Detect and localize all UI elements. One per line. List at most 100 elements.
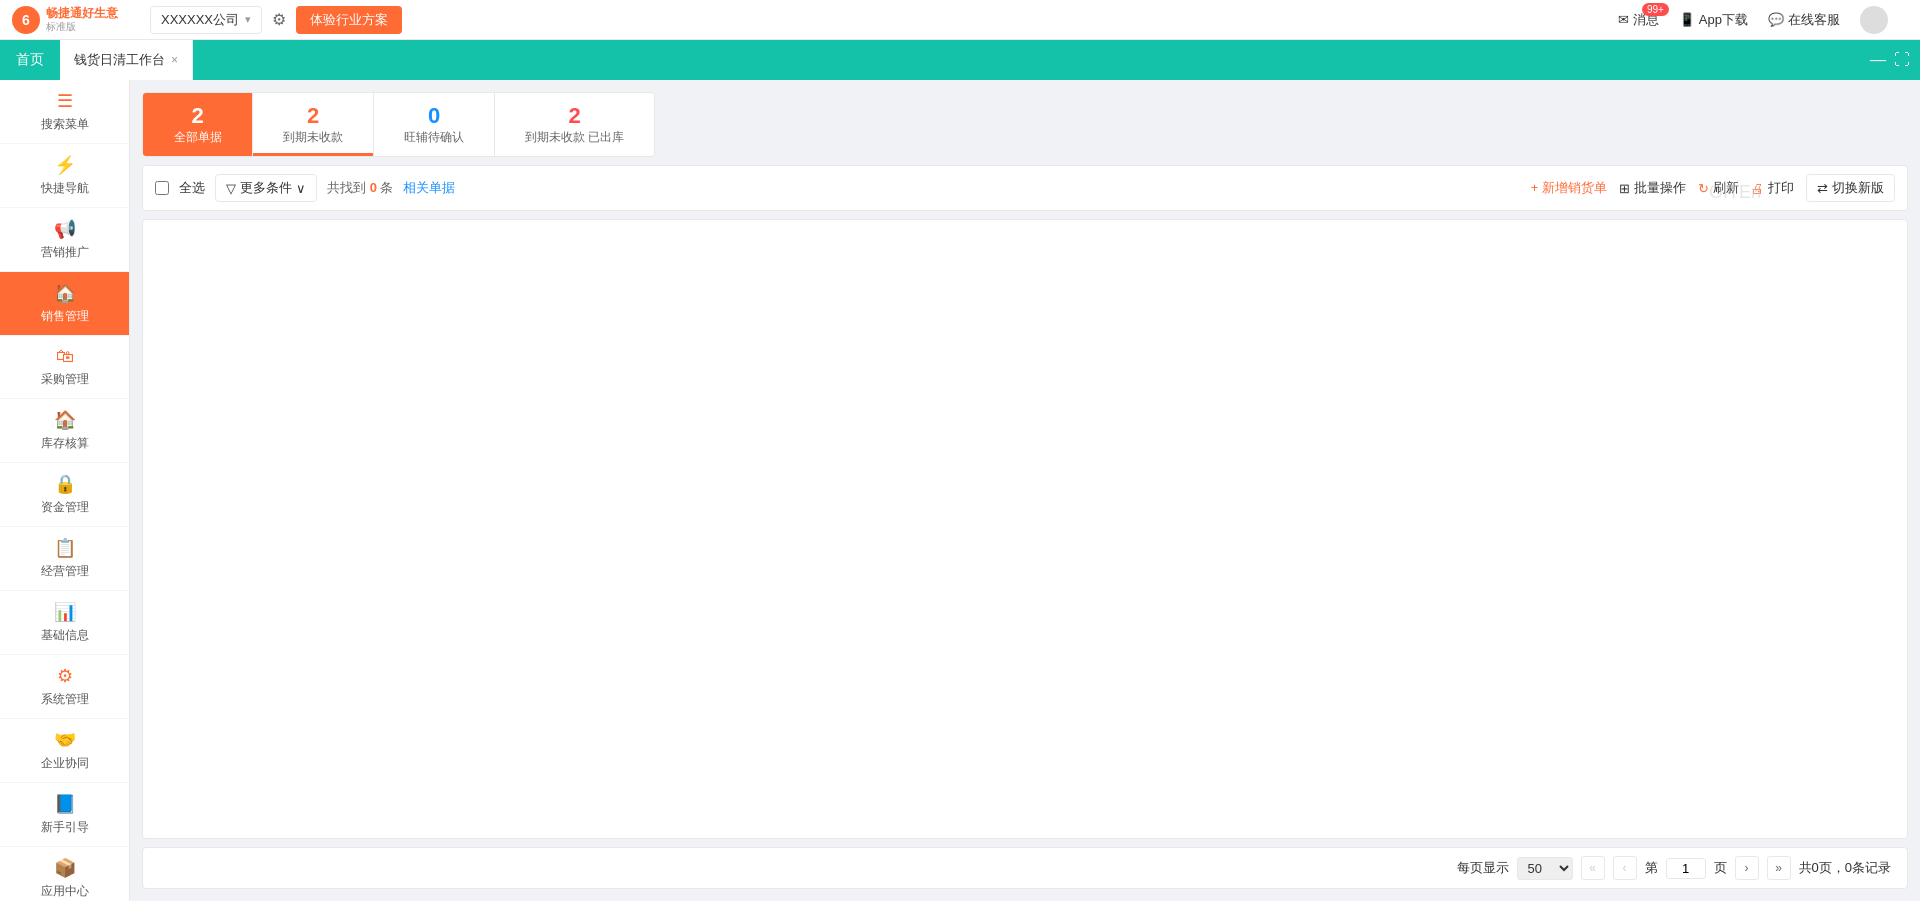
sidebar-item-system[interactable]: ⚙ 系统管理	[0, 655, 129, 719]
filter-button[interactable]: ▽ 更多条件 ∨	[215, 174, 317, 202]
next-page-button[interactable]: ›	[1735, 856, 1759, 880]
tab-indicator	[253, 153, 373, 156]
sidebar-item-purchase[interactable]: 🛍 采购管理	[0, 336, 129, 399]
sidebar-item-quick-nav[interactable]: ⚡ 快捷导航	[0, 144, 129, 208]
sidebar-label-system: 系统管理	[41, 691, 89, 708]
sidebar-item-inventory[interactable]: 🏠 库存核算	[0, 399, 129, 463]
stat-label-overdue: 到期未收款	[283, 129, 343, 146]
service-icon: 💬	[1768, 12, 1784, 27]
sidebar-label-marketing: 营销推广	[41, 244, 89, 261]
top-right-actions: ✉ 消息 99+ 📱 App下载 💬 在线客服	[1618, 6, 1908, 34]
stat-label-pending: 旺辅待确认	[404, 129, 464, 146]
tab-home[interactable]: 首页	[0, 40, 60, 80]
found-text: 共找到 0 条	[327, 179, 393, 197]
trial-button[interactable]: 体验行业方案	[296, 6, 402, 34]
sidebar-label-app-center: 应用中心	[41, 883, 89, 900]
sidebar-item-guide[interactable]: 📘 新手引导	[0, 783, 129, 847]
table-area	[142, 219, 1908, 839]
sidebar-label-finance: 资金管理	[41, 499, 89, 516]
total-records: 共0页，0条记录	[1799, 859, 1891, 877]
sidebar-label-search-menu: 搜索菜单	[41, 116, 89, 133]
sidebar-label-sales: 销售管理	[41, 308, 89, 325]
stat-tab-all[interactable]: 2 全部单据	[143, 93, 253, 156]
switch-icon: ⇄	[1817, 181, 1828, 196]
message-icon: ✉	[1618, 12, 1629, 27]
toolbar-left: 全选 ▽ 更多条件 ∨ 共找到 0 条 相关单据	[155, 174, 1521, 202]
stat-tab-pending[interactable]: 0 旺辅待确认	[374, 93, 495, 156]
company-name: XXXXXX公司	[161, 11, 239, 29]
app-logo: 6	[12, 6, 40, 34]
refresh-icon: ↻	[1698, 181, 1709, 196]
marketing-icon: 📢	[54, 218, 76, 240]
first-page-button[interactable]: «	[1581, 856, 1605, 880]
sidebar-item-app-center[interactable]: 📦 应用中心	[0, 847, 129, 901]
prev-page-button[interactable]: ‹	[1613, 856, 1637, 880]
refresh-label: 刷新	[1713, 179, 1739, 197]
app-center-icon: 📦	[54, 857, 76, 879]
stat-count-unshipped: 2	[569, 103, 581, 129]
sidebar-label-purchase: 采购管理	[41, 371, 89, 388]
close-icon[interactable]: ×	[171, 53, 178, 67]
sidebar-label-inventory: 库存核算	[41, 435, 89, 452]
print-button[interactable]: 🖨 打印	[1751, 179, 1794, 197]
search-menu-icon: ☰	[57, 90, 73, 112]
batch-icon: ⊞	[1619, 181, 1630, 196]
toolbar: 全选 ▽ 更多条件 ∨ 共找到 0 条 相关单据 + 新增销货单 ⊞ 批量操作	[142, 165, 1908, 211]
switch-label: 切换新版	[1832, 179, 1884, 197]
chevron-down-icon: ∨	[296, 181, 306, 196]
online-service-button[interactable]: 💬 在线客服	[1768, 11, 1840, 29]
select-all-label: 全选	[179, 179, 205, 197]
settings-button[interactable]: ⚙	[272, 10, 286, 29]
stat-tab-unshipped[interactable]: 2 到期未收款 已出库	[495, 93, 654, 156]
sidebar-item-finance[interactable]: 🔒 资金管理	[0, 463, 129, 527]
sidebar-item-marketing[interactable]: 📢 营销推广	[0, 208, 129, 272]
new-sales-order-button[interactable]: + 新增销货单	[1531, 179, 1607, 197]
guide-icon: 📘	[54, 793, 76, 815]
messages-badge: 99+	[1642, 3, 1669, 16]
last-page-button[interactable]: »	[1767, 856, 1791, 880]
sidebar-label-quick-nav: 快捷导航	[41, 180, 89, 197]
sidebar-item-search-menu[interactable]: ☰ 搜索菜单	[0, 80, 129, 144]
tab-bar: 首页 钱货日清工作台 × — ⛶	[0, 40, 1920, 80]
tab-bar-actions: — ⛶	[1870, 51, 1920, 69]
main-layout: ☰ 搜索菜单 ⚡ 快捷导航 📢 营销推广 🏠 销售管理 🛍 采购管理 🏠 库存核…	[0, 80, 1920, 901]
content-area: 2 全部单据 2 到期未收款 0 旺辅待确认 2 到期未收款 已出库 全选	[130, 80, 1920, 901]
sidebar-item-sales[interactable]: 🏠 销售管理	[0, 272, 129, 336]
print-icon: 🖨	[1751, 181, 1764, 196]
gear-icon: ⚙	[272, 11, 286, 28]
tab-active[interactable]: 钱货日清工作台 ×	[60, 40, 193, 80]
switch-version-button[interactable]: ⇄ 切换新版	[1806, 174, 1895, 202]
filter-label: 更多条件	[240, 179, 292, 197]
inventory-icon: 🏠	[54, 409, 76, 431]
print-label: 打印	[1768, 179, 1794, 197]
quick-nav-icon: ⚡	[54, 154, 76, 176]
page-suffix: 页	[1714, 859, 1727, 877]
sidebar-item-enterprise[interactable]: 🤝 企业协同	[0, 719, 129, 783]
app-download-button[interactable]: 📱 App下载	[1679, 11, 1748, 29]
online-service-label: 在线客服	[1788, 11, 1840, 29]
sidebar-label-enterprise: 企业协同	[41, 755, 89, 772]
download-icon: 📱	[1679, 12, 1695, 27]
tab-label: 钱货日清工作台	[74, 51, 165, 69]
sidebar-item-basic-info[interactable]: 📊 基础信息	[0, 591, 129, 655]
related-records-link[interactable]: 相关单据	[403, 179, 455, 197]
toolbar-right: + 新增销货单 ⊞ 批量操作 ↻ 刷新 🖨 打印 ⇄ 切换新版	[1531, 174, 1895, 202]
stat-tab-overdue[interactable]: 2 到期未收款	[253, 93, 374, 156]
page-size-select[interactable]: 50 10 20 100	[1517, 857, 1573, 880]
sidebar-label-operations: 经营管理	[41, 563, 89, 580]
select-all-checkbox[interactable]	[155, 181, 169, 195]
purchase-icon: 🛍	[56, 346, 74, 367]
maximize-button[interactable]: ⛶	[1894, 51, 1910, 69]
avatar[interactable]	[1860, 6, 1888, 34]
company-selector[interactable]: XXXXXX公司 ▾	[150, 6, 262, 34]
batch-label: 批量操作	[1634, 179, 1686, 197]
page-number-input[interactable]	[1666, 858, 1706, 879]
refresh-button[interactable]: ↻ 刷新	[1698, 179, 1739, 197]
sidebar-item-operations[interactable]: 📋 经营管理	[0, 527, 129, 591]
app-name: 畅捷通好生意 标准版	[46, 6, 118, 32]
page-prefix: 第	[1645, 859, 1658, 877]
batch-operation-button[interactable]: ⊞ 批量操作	[1619, 179, 1686, 197]
minimize-button[interactable]: —	[1870, 51, 1886, 69]
messages-button[interactable]: ✉ 消息 99+	[1618, 11, 1659, 29]
chevron-down-icon: ▾	[245, 13, 251, 26]
